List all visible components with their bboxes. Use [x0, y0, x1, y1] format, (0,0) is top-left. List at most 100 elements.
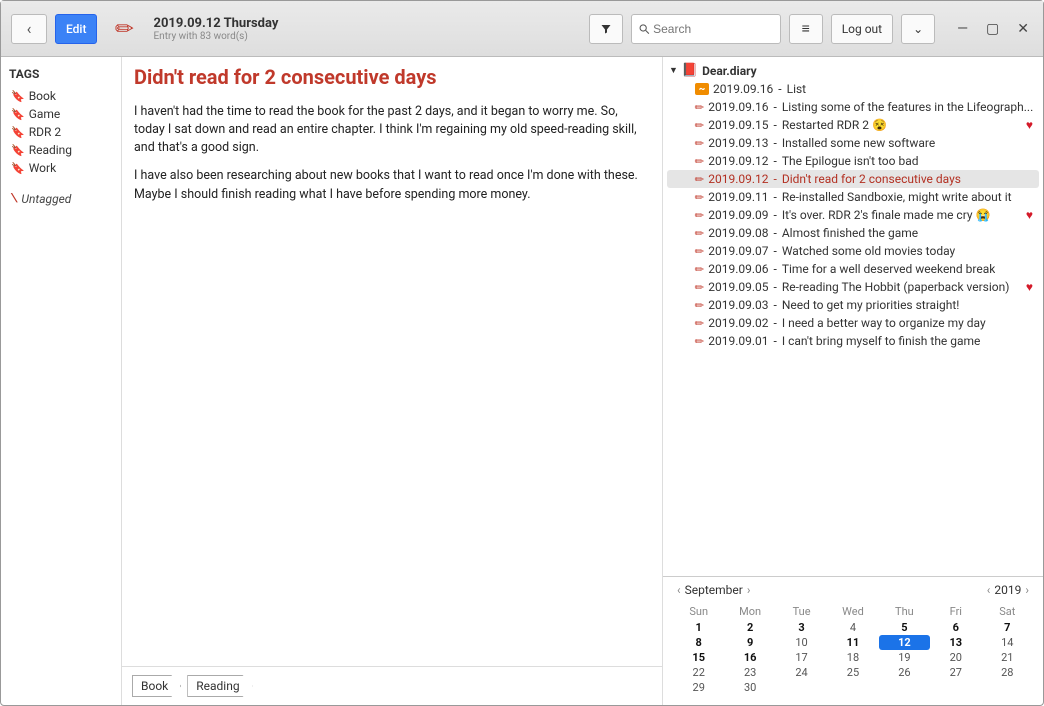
filter-button[interactable] — [589, 14, 623, 44]
entry-row[interactable]: ✎ 2019.09.12 - The Epilogue isn't too ba… — [667, 152, 1039, 170]
calendar-day[interactable]: 4 — [827, 620, 878, 635]
edit-button[interactable]: Edit — [55, 14, 97, 44]
calendar-day[interactable]: 3 — [776, 620, 827, 635]
calendar-day[interactable]: 13 — [930, 635, 981, 650]
close-button[interactable]: ✕ — [1017, 21, 1029, 37]
entry-date: 2019.09.02 — [708, 316, 768, 330]
pencil-icon: ✎ — [692, 207, 708, 223]
logout-button[interactable]: Log out — [831, 14, 893, 44]
back-button[interactable]: ‹ — [11, 14, 47, 44]
tag-item[interactable]: 🔖RDR 2 — [9, 123, 113, 141]
calendar-day[interactable]: 21 — [982, 650, 1033, 665]
calendar-day[interactable]: 24 — [776, 665, 827, 680]
year-next[interactable]: › — [1021, 583, 1033, 597]
entry-row[interactable]: ✎ 2019.09.05 - Re-reading The Hobbit (pa… — [667, 278, 1039, 296]
tag-item[interactable]: 🔖Game — [9, 105, 113, 123]
heart-icon: ♥ — [1026, 208, 1037, 222]
calendar-dow: Thu — [879, 603, 930, 620]
entry-row[interactable]: ~ 2019.09.16 - List — [667, 80, 1039, 98]
tag-icon: 🔖 — [11, 144, 25, 157]
entry-row[interactable]: ✎ 2019.09.06 - Time for a well deserved … — [667, 260, 1039, 278]
entry-row[interactable]: ✎ 2019.09.11 - Re-installed Sandboxie, m… — [667, 188, 1039, 206]
entry-row[interactable]: ✎ 2019.09.01 - I can't bring myself to f… — [667, 332, 1039, 350]
entry-date: 2019.09.13 — [708, 136, 768, 150]
minimize-button[interactable]: — — [957, 21, 968, 37]
calendar-day[interactable]: 16 — [724, 650, 775, 665]
pencil-icon: ✎ — [692, 225, 708, 241]
editor-body[interactable]: Didn't read for 2 consecutive days I hav… — [122, 57, 662, 666]
calendar-day[interactable]: 29 — [673, 680, 724, 695]
pencil-icon: ✎ — [692, 243, 708, 259]
window-controls: — ▢ ✕ — [953, 21, 1033, 37]
entry-title: Almost finished the game — [782, 226, 918, 240]
entry-row[interactable]: ✎ 2019.09.12 - Didn't read for 2 consecu… — [667, 170, 1039, 188]
calendar-day[interactable]: 11 — [827, 635, 878, 650]
tag-item[interactable]: 🔖Book — [9, 87, 113, 105]
entry-title: It's over. RDR 2's finale made me cry 😭 — [782, 208, 991, 222]
calendar-day[interactable]: 6 — [930, 620, 981, 635]
calendar-day[interactable]: 26 — [879, 665, 930, 680]
entry-list[interactable]: ▼ 📕 Dear.diary ~ 2019.09.16 - List✎ 2019… — [663, 57, 1043, 576]
untagged-label: Untagged — [21, 192, 71, 206]
tag-chip[interactable]: Reading — [187, 675, 252, 697]
diary-header[interactable]: ▼ 📕 Dear.diary — [667, 61, 1039, 80]
month-prev[interactable]: ‹ — [673, 583, 685, 597]
pencil-icon: ✎ — [692, 279, 708, 295]
year-prev[interactable]: ‹ — [983, 583, 995, 597]
search-box[interactable] — [631, 14, 781, 44]
entry-row[interactable]: ✎ 2019.09.16 - Listing some of the featu… — [667, 98, 1039, 116]
entry-row[interactable]: ✎ 2019.09.02 - I need a better way to or… — [667, 314, 1039, 332]
book-icon: 📕 — [682, 63, 698, 78]
calendar-month[interactable]: September — [685, 583, 743, 597]
calendar-day[interactable]: 10 — [776, 635, 827, 650]
calendar-grid: SunMonTueWedThuFriSat 123456789101112131… — [673, 603, 1033, 695]
entry-tag-bar: Book Reading — [122, 666, 662, 705]
calendar-day[interactable]: 20 — [930, 650, 981, 665]
calendar-day[interactable]: 22 — [673, 665, 724, 680]
calendar-day[interactable]: 17 — [776, 650, 827, 665]
calendar-day[interactable]: 27 — [930, 665, 981, 680]
entry-row[interactable]: ✎ 2019.09.07 - Watched some old movies t… — [667, 242, 1039, 260]
entry-row[interactable]: ✎ 2019.09.13 - Installed some new softwa… — [667, 134, 1039, 152]
calendar-day[interactable]: 8 — [673, 635, 724, 650]
calendar-day[interactable]: 23 — [724, 665, 775, 680]
untagged-item[interactable]: ⟍ Untagged — [9, 191, 113, 206]
tag-item[interactable]: 🔖Reading — [9, 141, 113, 159]
entry-date: 2019.09.16 — [713, 82, 773, 96]
calendar-day[interactable]: 9 — [724, 635, 775, 650]
entry-title: The Epilogue isn't too bad — [782, 154, 919, 168]
untagged-icon: ⟍ — [9, 191, 17, 206]
calendar-day[interactable]: 15 — [673, 650, 724, 665]
calendar-day[interactable]: 1 — [673, 620, 724, 635]
tag-chip[interactable]: Book — [132, 675, 181, 697]
calendar-day[interactable]: 18 — [827, 650, 878, 665]
entry-row[interactable]: ✎ 2019.09.15 - Restarted RDR 2 😵♥ — [667, 116, 1039, 134]
calendar-day[interactable]: 2 — [724, 620, 775, 635]
menu-button[interactable]: ≡ — [789, 14, 823, 44]
entry-paragraph: I haven't had the time to read the book … — [134, 103, 650, 157]
heart-icon: ♥ — [1026, 118, 1037, 132]
calendar-day[interactable]: 7 — [982, 620, 1033, 635]
calendar-day[interactable]: 14 — [982, 635, 1033, 650]
entry-date: 2019.09.01 — [708, 334, 768, 348]
entry-row[interactable]: ✎ 2019.09.08 - Almost finished the game — [667, 224, 1039, 242]
entry-row[interactable]: ✎ 2019.09.09 - It's over. RDR 2's finale… — [667, 206, 1039, 224]
calendar-day[interactable]: 30 — [724, 680, 775, 695]
entry-title: Re-installed Sandboxie, might write abou… — [782, 190, 1012, 204]
calendar-day — [982, 680, 1033, 695]
logout-dropdown[interactable]: ⌄ — [901, 14, 935, 44]
calendar-day[interactable]: 28 — [982, 665, 1033, 680]
tag-item[interactable]: 🔖Work — [9, 159, 113, 177]
calendar-dow: Sun — [673, 603, 724, 620]
entry-title: Need to get my priorities straight! — [782, 298, 960, 312]
calendar-day[interactable]: 25 — [827, 665, 878, 680]
search-input[interactable] — [653, 22, 774, 36]
calendar-day[interactable]: 19 — [879, 650, 930, 665]
maximize-button[interactable]: ▢ — [986, 21, 999, 37]
calendar-day[interactable]: 12 — [879, 635, 930, 650]
app-window: ‹ Edit ✎ 2019.09.12 Thursday Entry with … — [0, 0, 1044, 706]
calendar-day[interactable]: 5 — [879, 620, 930, 635]
entry-row[interactable]: ✎ 2019.09.03 - Need to get my priorities… — [667, 296, 1039, 314]
month-next[interactable]: › — [743, 583, 755, 597]
calendar-year[interactable]: 2019 — [994, 583, 1021, 597]
